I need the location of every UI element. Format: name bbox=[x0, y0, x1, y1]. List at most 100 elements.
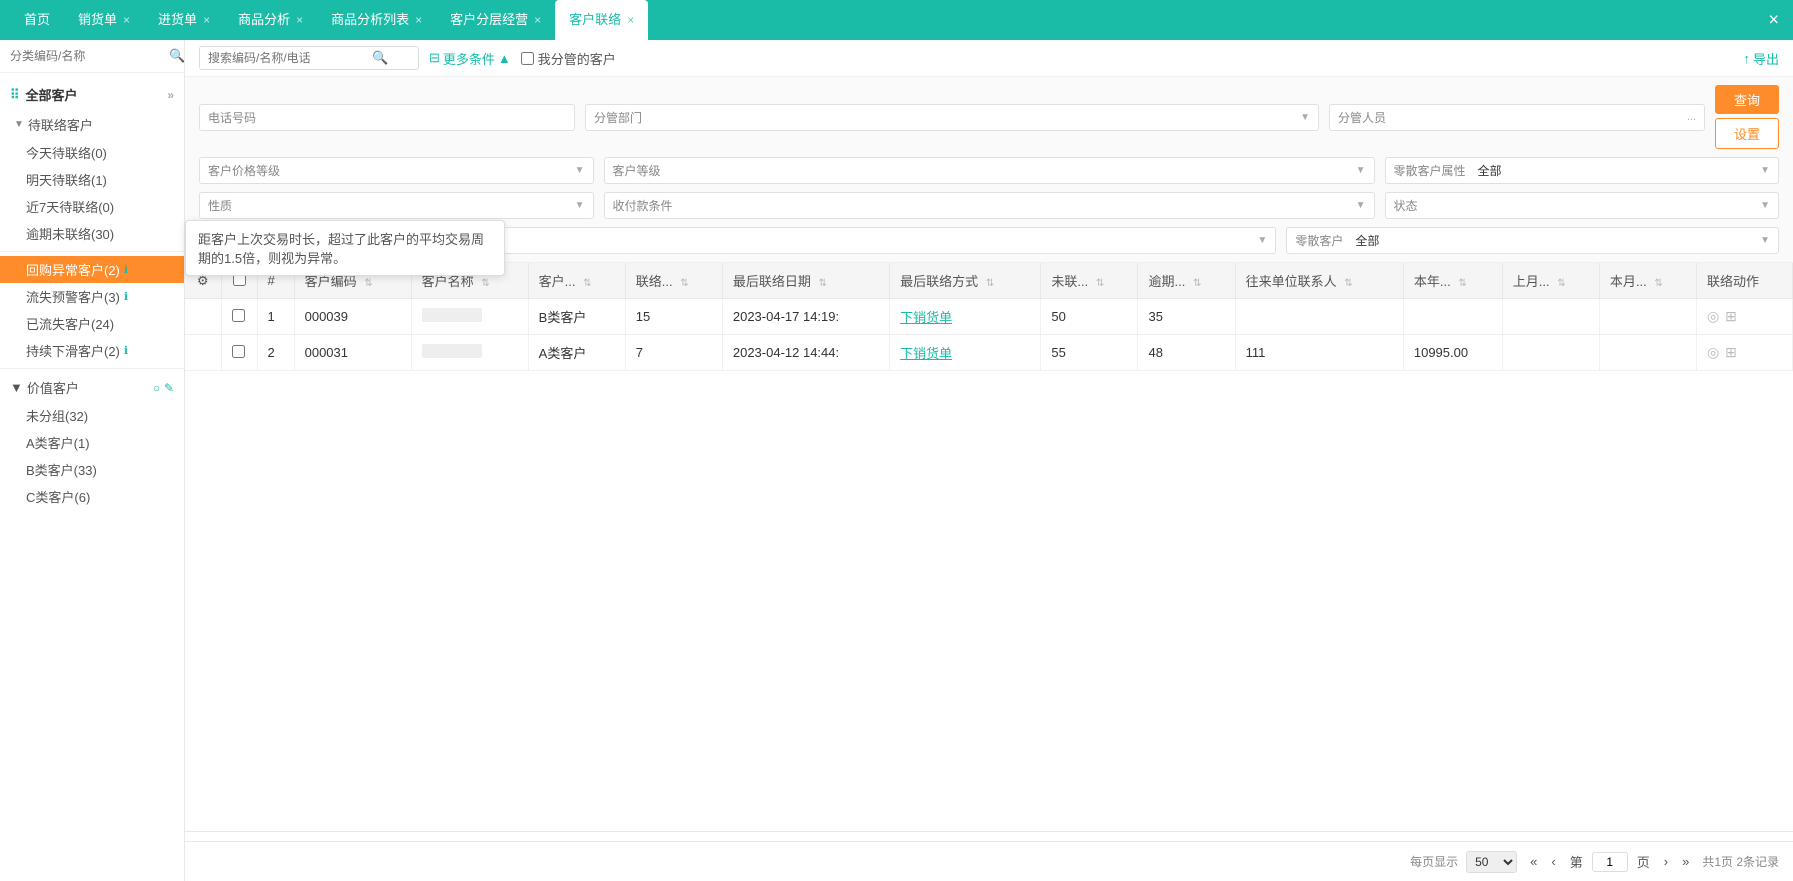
td-name bbox=[411, 335, 528, 371]
data-table-area[interactable]: ⚙ # 客户编码 ⇅ 客户名称 ⇅ bbox=[185, 263, 1793, 831]
horizontal-scrollbar[interactable] bbox=[185, 831, 1793, 841]
nav-purchase-order[interactable]: 进货单 × bbox=[144, 0, 224, 40]
sidebar-item-churn-warning[interactable]: 流失预警客户(3) ℹ bbox=[0, 283, 184, 310]
expand-arrow-icon: ▼ bbox=[14, 119, 24, 130]
first-page-button[interactable]: « bbox=[1525, 852, 1542, 871]
sidebar-item-overdue-contact[interactable]: 逾期未联络(30) bbox=[0, 220, 184, 247]
more-conditions-button[interactable]: ⊟ 更多条件 ▲ bbox=[429, 49, 511, 68]
th-no-order[interactable]: 未联... ⇅ bbox=[1041, 263, 1138, 299]
td-no-order: 50 bbox=[1041, 299, 1138, 335]
close-icon[interactable]: × bbox=[296, 0, 303, 40]
th-this-year[interactable]: 本年... ⇅ bbox=[1403, 263, 1502, 299]
sidebar-item-value-customers[interactable]: ▼ 价值客户 ○ ✎ bbox=[0, 373, 184, 402]
th-company-contact[interactable]: 往来单位联系人 ⇅ bbox=[1235, 263, 1403, 299]
td-last-method[interactable]: 下销货单 bbox=[890, 335, 1041, 371]
info-icon: ℹ bbox=[124, 290, 128, 303]
customer-level-field[interactable]: 客户等级 ▼ bbox=[604, 157, 1375, 184]
retail-attr-field[interactable]: 零散客户属性 全部 ▼ bbox=[1385, 157, 1780, 184]
grid-small-icon[interactable]: ⊞ bbox=[1725, 308, 1737, 325]
nav-home[interactable]: 首页 bbox=[10, 0, 64, 40]
eye-icon[interactable]: ◎ bbox=[1707, 344, 1719, 361]
close-icon[interactable]: × bbox=[123, 0, 130, 40]
th-last-month[interactable]: 上月... ⇅ bbox=[1502, 263, 1599, 299]
category-search-input[interactable] bbox=[10, 49, 165, 63]
td-last-method[interactable]: 下销货单 bbox=[890, 299, 1041, 335]
status-field[interactable]: 状态 ▼ bbox=[1385, 192, 1780, 219]
close-icon[interactable]: × bbox=[627, 0, 634, 40]
action-icons: ◎ ⊞ bbox=[1707, 308, 1782, 325]
nav-sales-order[interactable]: 销货单 × bbox=[64, 0, 144, 40]
filter-row-2: 客户价格等级 ▼ 客户等级 ▼ 零散客户属性 全部 ▼ bbox=[199, 157, 1779, 184]
eye-icon[interactable]: ◎ bbox=[1707, 308, 1719, 325]
next-page-button[interactable]: › bbox=[1659, 852, 1673, 871]
td-checkbox[interactable] bbox=[221, 335, 257, 371]
th-last-contact-method[interactable]: 最后联络方式 ⇅ bbox=[890, 263, 1041, 299]
sidebar-item-churned[interactable]: 已流失客户(24) bbox=[0, 310, 184, 337]
row-checkbox[interactable] bbox=[232, 345, 245, 358]
nav-product-analysis[interactable]: 商品分析 × bbox=[224, 0, 317, 40]
close-all-tabs-icon[interactable]: × bbox=[1768, 10, 1779, 31]
price-level-field[interactable]: 客户价格等级 ▼ bbox=[199, 157, 594, 184]
sidebar-item-unclassified[interactable]: 未分组(32) bbox=[0, 402, 184, 429]
chevron-down-icon: ▼ bbox=[575, 200, 585, 211]
payment-terms-field[interactable]: 收付款条件 ▼ bbox=[604, 192, 1375, 219]
retail-customer-field[interactable]: 零散客户 全部 ▼ bbox=[1286, 227, 1779, 254]
search-icon[interactable]: 🔍 bbox=[169, 48, 185, 64]
prev-page-button[interactable]: ‹ bbox=[1546, 852, 1560, 871]
td-type: A类客户 bbox=[528, 335, 625, 371]
row-checkbox[interactable] bbox=[232, 309, 245, 322]
close-icon[interactable]: × bbox=[534, 0, 541, 40]
settings-button[interactable]: 设置 bbox=[1715, 118, 1779, 149]
nav-customer-tier[interactable]: 客户分层经营 × bbox=[436, 0, 555, 40]
th-action: 联络动作 bbox=[1696, 263, 1792, 299]
grid-small-icon[interactable]: ⊞ bbox=[1725, 344, 1737, 361]
table-row: 1 000039 B类客户 15 2023-04-17 14:19: 下销货单 … bbox=[185, 299, 1793, 335]
page-number-input[interactable] bbox=[1592, 852, 1628, 872]
chevron-down-icon: ▼ bbox=[1760, 165, 1770, 176]
sort-icon: ⇅ bbox=[1557, 278, 1565, 289]
sort-icon: ⇅ bbox=[583, 278, 591, 289]
page-navigation: « ‹ 第 页 › » bbox=[1525, 850, 1694, 873]
total-info: 共1页 2条记录 bbox=[1702, 853, 1779, 870]
collapse-icon[interactable]: » bbox=[167, 88, 174, 102]
search-box: 🔍 bbox=[199, 46, 419, 70]
sidebar-item-declining[interactable]: 持续下滑客户(2) ℹ bbox=[0, 337, 184, 364]
last-page-button[interactable]: » bbox=[1677, 852, 1694, 871]
branch-dept-field[interactable]: 分管部门 ▼ bbox=[585, 104, 1319, 131]
nav-product-analysis-list[interactable]: 商品分析列表 × bbox=[317, 0, 436, 40]
search-input[interactable] bbox=[208, 51, 368, 65]
sidebar-item-tomorrow-pending[interactable]: 明天待联络(1) bbox=[0, 166, 184, 193]
customer-table: ⚙ # 客户编码 ⇅ 客户名称 ⇅ bbox=[185, 263, 1793, 371]
th-last-contact-date[interactable]: 最后联络日期 ⇅ bbox=[722, 263, 889, 299]
pagination-bar: 每页显示 50 20 100 « ‹ 第 页 › » 共1页 2条记录 bbox=[185, 841, 1793, 881]
search-icon[interactable]: 🔍 bbox=[372, 50, 388, 66]
sidebar-item-class-a[interactable]: A类客户(1) bbox=[0, 429, 184, 456]
chevron-down-icon: ▼ bbox=[1300, 112, 1310, 123]
td-checkbox[interactable] bbox=[221, 299, 257, 335]
sidebar-item-class-c[interactable]: C类客户(6) bbox=[0, 483, 184, 510]
phone-field[interactable]: 电话号码 bbox=[199, 104, 575, 131]
config-icon[interactable]: ✎ bbox=[164, 381, 174, 395]
edit-icon[interactable]: ○ bbox=[153, 381, 160, 395]
th-overdue[interactable]: 逾期... ⇅ bbox=[1138, 263, 1235, 299]
sidebar-item-class-b[interactable]: B类客户(33) bbox=[0, 456, 184, 483]
sidebar-item-all-customers[interactable]: ⠿ 全部客户 » bbox=[0, 79, 184, 110]
gender-field[interactable]: 性质 ▼ bbox=[199, 192, 594, 219]
th-contact[interactable]: 联络... ⇅ bbox=[625, 263, 722, 299]
nav-customer-contact[interactable]: 客户联络 × bbox=[555, 0, 648, 40]
query-button[interactable]: 查询 bbox=[1715, 85, 1779, 114]
close-icon[interactable]: × bbox=[203, 0, 210, 40]
sidebar-item-today-pending[interactable]: 今天待联络(0) bbox=[0, 139, 184, 166]
sidebar-item-pending-contact[interactable]: ▼ 待联络客户 bbox=[0, 110, 184, 139]
sidebar-item-repurchase-abnormal[interactable]: 回购异常客户(2) ℹ bbox=[0, 256, 184, 283]
th-type[interactable]: 客户... ⇅ bbox=[528, 263, 625, 299]
branch-person-field[interactable]: 分管人员 ... bbox=[1329, 104, 1705, 131]
th-this-month[interactable]: 本月... ⇅ bbox=[1599, 263, 1696, 299]
per-page-select[interactable]: 50 20 100 bbox=[1466, 851, 1517, 873]
my-customers-checkbox[interactable] bbox=[521, 52, 534, 65]
export-button[interactable]: ↑ 导出 bbox=[1743, 49, 1779, 68]
td-contact: 7 bbox=[625, 335, 722, 371]
sidebar-item-7days-pending[interactable]: 近7天待联络(0) bbox=[0, 193, 184, 220]
my-customers-checkbox-group: 我分管的客户 bbox=[521, 49, 616, 68]
close-icon[interactable]: × bbox=[415, 0, 422, 40]
